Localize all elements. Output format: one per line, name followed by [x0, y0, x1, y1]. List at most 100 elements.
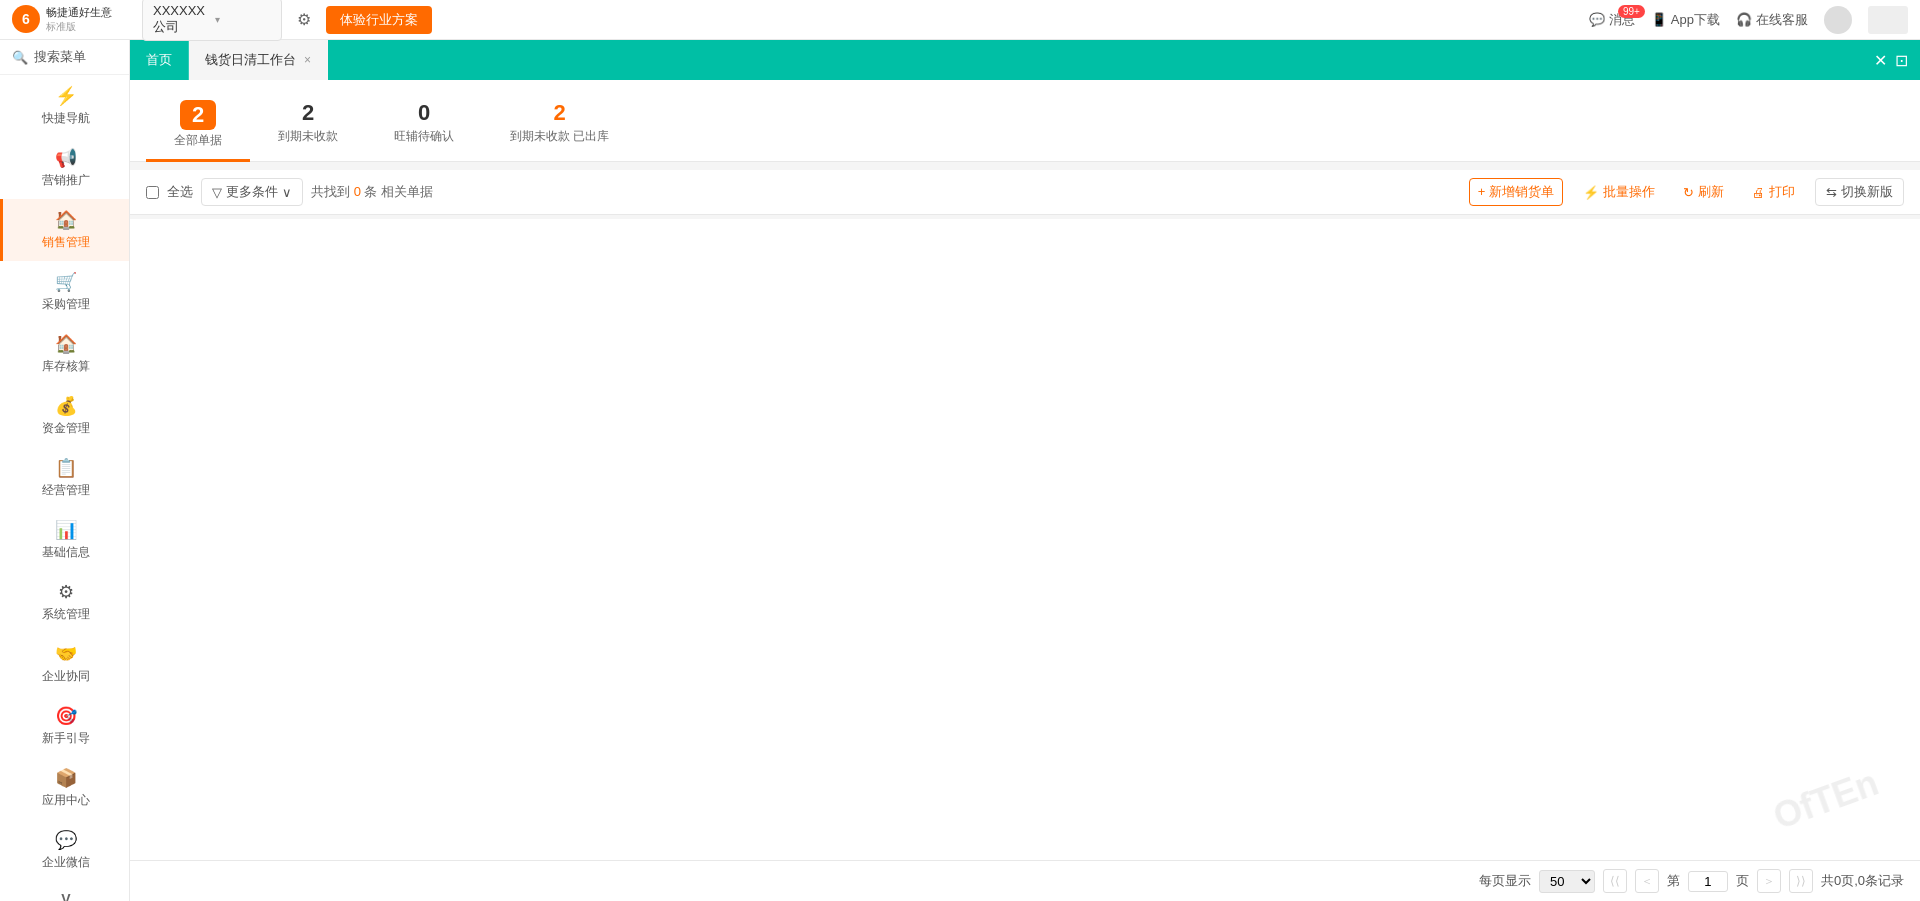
tab-workbench-label: 钱货日清工作台	[205, 51, 296, 69]
logo-icon: 6	[12, 5, 40, 33]
toolbar-left: 全选 ▽ 更多条件 ∨ 共找到 0 条 相关单据	[146, 178, 1461, 206]
sidebar-item-cooperation[interactable]: 🤝 企业协同	[0, 633, 129, 695]
avatar-image	[1824, 6, 1852, 34]
stat-tab-all[interactable]: 2 全部单据	[146, 92, 250, 162]
batch-ops-icon: ⚡	[1583, 185, 1599, 200]
add-sales-btn[interactable]: + 新增销货单	[1469, 178, 1563, 206]
app-center-icon: 📦	[55, 767, 77, 789]
basic-info-icon: 📊	[55, 519, 77, 541]
more-filter-label: 更多条件	[226, 183, 278, 201]
content-area: 首页 钱货日清工作台 × ✕ ⊡ 2 全部单据 2 到期未收款	[130, 40, 1920, 901]
page-label: 第	[1667, 872, 1680, 890]
sidebar-label-inventory: 库存核算	[42, 358, 90, 375]
top-bar: 6 畅捷通好生意 标准版 XXXXXX公司 ▾ ⚙ 体验行业方案 💬 消息 99…	[0, 0, 1920, 40]
online-service-btn[interactable]: 🎧 在线客服	[1736, 11, 1808, 29]
per-page-select[interactable]: 50 20 100	[1539, 870, 1595, 893]
tab-restore-icon[interactable]: ⊡	[1895, 51, 1908, 70]
sidebar-item-app-center[interactable]: 📦 应用中心	[0, 757, 129, 819]
logo-text: 畅捷通好生意	[46, 5, 112, 19]
switch-label: 切换新版	[1841, 183, 1893, 201]
sidebar-label-system: 系统管理	[42, 606, 90, 623]
settings-button[interactable]: ⚙	[290, 6, 318, 34]
sidebar-item-basic-info[interactable]: 📊 基础信息	[0, 509, 129, 571]
user-name-area	[1868, 6, 1908, 34]
tab-home[interactable]: 首页	[130, 40, 189, 80]
filter-icon: ▽	[212, 185, 222, 200]
pagination: 每页显示 50 20 100 ⟨⟨ ＜ 第 页 ＞ ⟩⟩ 共0页,0条记录	[130, 860, 1920, 901]
print-icon: 🖨	[1752, 185, 1765, 200]
sales-icon: 🏠	[55, 209, 77, 231]
company-selector[interactable]: XXXXXX公司 ▾	[142, 0, 282, 41]
page-next-btn[interactable]: ＞	[1757, 869, 1781, 893]
message-btn[interactable]: 💬 消息 99+	[1589, 11, 1635, 29]
purchase-icon: 🛒	[55, 271, 77, 293]
sidebar-label-operations: 经营管理	[42, 482, 90, 499]
sidebar-label-finance: 资金管理	[42, 420, 90, 437]
sidebar-label-cooperation: 企业协同	[42, 668, 90, 685]
batch-ops-btn[interactable]: ⚡ 批量操作	[1575, 179, 1663, 205]
print-label: 打印	[1769, 183, 1795, 201]
search-menu[interactable]: 🔍 搜索菜单	[0, 40, 129, 75]
sidebar-label-purchase: 采购管理	[42, 296, 90, 313]
marketing-icon: 📢	[55, 147, 77, 169]
trial-btn[interactable]: 体验行业方案	[326, 6, 432, 34]
stat-tab-wangwang[interactable]: 0 旺辅待确认	[366, 92, 482, 162]
more-filter-btn[interactable]: ▽ 更多条件 ∨	[201, 178, 303, 206]
toolbar-right: + 新增销货单 ⚡ 批量操作 ↻ 刷新 🖨 打印 ⇆ 切换新版	[1469, 178, 1904, 206]
toolbar: 全选 ▽ 更多条件 ∨ 共找到 0 条 相关单据 + 新增销货单 ⚡ 批量操作	[130, 170, 1920, 215]
filter-dropdown-arrow: ∨	[282, 185, 292, 200]
stats-tabs: 2 全部单据 2 到期未收款 0 旺辅待确认 2 到期未收款 已出库	[130, 80, 1920, 162]
member-icon: V	[61, 891, 70, 901]
finance-icon: 💰	[55, 395, 77, 417]
app-download-btn[interactable]: 📱 App下载	[1651, 11, 1720, 29]
tab-bar-actions: ✕ ⊡	[1862, 51, 1920, 70]
user-avatar[interactable]	[1824, 6, 1852, 34]
search-menu-label: 搜索菜单	[34, 48, 86, 66]
stat-tab-overdue[interactable]: 2 到期未收款	[250, 92, 366, 162]
sidebar-label-wechat: 企业微信	[42, 854, 90, 871]
print-btn[interactable]: 🖨 打印	[1744, 179, 1803, 205]
batch-ops-label: 批量操作	[1603, 183, 1655, 201]
app-download-icon: 📱	[1651, 12, 1667, 27]
page-prev-btn[interactable]: ＜	[1635, 869, 1659, 893]
tab-home-label: 首页	[146, 51, 172, 69]
stat-tab-shipped[interactable]: 2 到期未收款 已出库	[482, 92, 637, 162]
app-download-label: App下载	[1671, 11, 1720, 29]
sidebar-item-guide[interactable]: 🎯 新手引导	[0, 695, 129, 757]
tab-close-icon[interactable]: ×	[304, 53, 311, 67]
sidebar-item-inventory[interactable]: 🏠 库存核算	[0, 323, 129, 385]
sidebar-item-marketing[interactable]: 📢 营销推广	[0, 137, 129, 199]
sidebar-label-guide: 新手引导	[42, 730, 90, 747]
sidebar-item-system[interactable]: ⚙ 系统管理	[0, 571, 129, 633]
tab-workbench[interactable]: 钱货日清工作台 ×	[189, 40, 328, 80]
sidebar-label-basic-info: 基础信息	[42, 544, 90, 561]
stat-num-overdue: 2	[302, 100, 314, 126]
inventory-icon: 🏠	[55, 333, 77, 355]
page-last-btn[interactable]: ⟩⟩	[1789, 869, 1813, 893]
tab-bar: 首页 钱货日清工作台 × ✕ ⊡	[130, 40, 1920, 80]
message-icon: 💬	[1589, 12, 1605, 27]
switch-icon: ⇆	[1826, 185, 1837, 200]
refresh-btn[interactable]: ↻ 刷新	[1675, 179, 1732, 205]
app-logo: 6 畅捷通好生意 标准版	[12, 5, 142, 33]
total-text: 共0页,0条记录	[1821, 872, 1904, 890]
sidebar-item-sales[interactable]: 🏠 销售管理	[0, 199, 129, 261]
tab-close-window-icon[interactable]: ✕	[1874, 51, 1887, 70]
sidebar-item-quick-nav[interactable]: ⚡ 快捷导航	[0, 75, 129, 137]
sidebar-item-wechat[interactable]: 💬 企业微信	[0, 819, 129, 881]
lightning-icon: ⚡	[55, 85, 77, 107]
switch-version-btn[interactable]: ⇆ 切换新版	[1815, 178, 1904, 206]
select-all-label: 全选	[167, 183, 193, 201]
sidebar-item-operations[interactable]: 📋 经营管理	[0, 447, 129, 509]
page-input[interactable]	[1688, 871, 1728, 892]
sidebar-item-member[interactable]: V 畅会员	[0, 881, 129, 901]
page-first-btn[interactable]: ⟨⟨	[1603, 869, 1627, 893]
stat-label-overdue: 到期未收款	[278, 128, 338, 145]
refresh-icon: ↻	[1683, 185, 1694, 200]
sidebar-item-purchase[interactable]: 🛒 采购管理	[0, 261, 129, 323]
sidebar-item-finance[interactable]: 💰 资金管理	[0, 385, 129, 447]
select-all-checkbox[interactable]	[146, 186, 159, 199]
top-bar-right: 💬 消息 99+ 📱 App下载 🎧 在线客服	[1589, 6, 1908, 34]
company-dropdown-arrow: ▾	[215, 14, 271, 25]
stat-label-wangwang: 旺辅待确认	[394, 128, 454, 145]
